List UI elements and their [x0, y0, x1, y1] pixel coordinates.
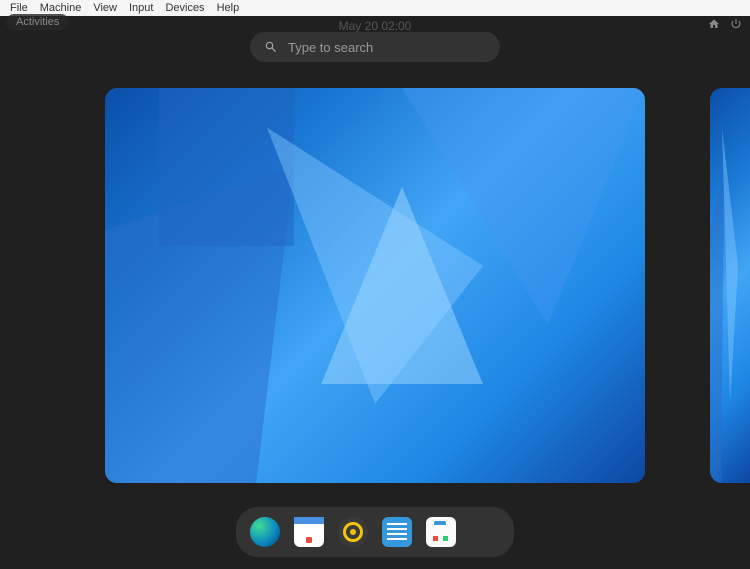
menu-view[interactable]: View	[87, 2, 123, 14]
system-tray[interactable]	[708, 18, 742, 30]
menu-file[interactable]: File	[4, 2, 34, 14]
music-icon[interactable]	[338, 517, 368, 547]
wallpaper	[105, 88, 645, 483]
software-icon[interactable]	[426, 517, 456, 547]
show-apps-icon[interactable]	[470, 517, 500, 547]
activities-button[interactable]: Activities	[6, 14, 69, 30]
todo-icon[interactable]	[382, 517, 412, 547]
menu-help[interactable]: Help	[211, 2, 246, 14]
menu-devices[interactable]: Devices	[159, 2, 210, 14]
search-placeholder: Type to search	[288, 40, 373, 55]
clock[interactable]: May 20 02:00	[339, 19, 412, 33]
menu-input[interactable]: Input	[123, 2, 159, 14]
search-icon	[264, 40, 278, 54]
vm-menubar: File Machine View Input Devices Help	[0, 0, 750, 16]
network-icon	[708, 18, 720, 30]
workspace-1[interactable]	[105, 88, 645, 483]
wallpaper	[710, 88, 750, 483]
search-input[interactable]: Type to search	[250, 32, 500, 62]
calendar-icon[interactable]	[294, 517, 324, 547]
browser-icon[interactable]	[250, 517, 280, 547]
power-icon	[730, 18, 742, 30]
menu-machine[interactable]: Machine	[34, 2, 88, 14]
workspace-2[interactable]	[710, 88, 750, 483]
dash	[236, 507, 514, 557]
search-container: Type to search	[250, 32, 500, 62]
workspace-switcher	[0, 82, 750, 489]
